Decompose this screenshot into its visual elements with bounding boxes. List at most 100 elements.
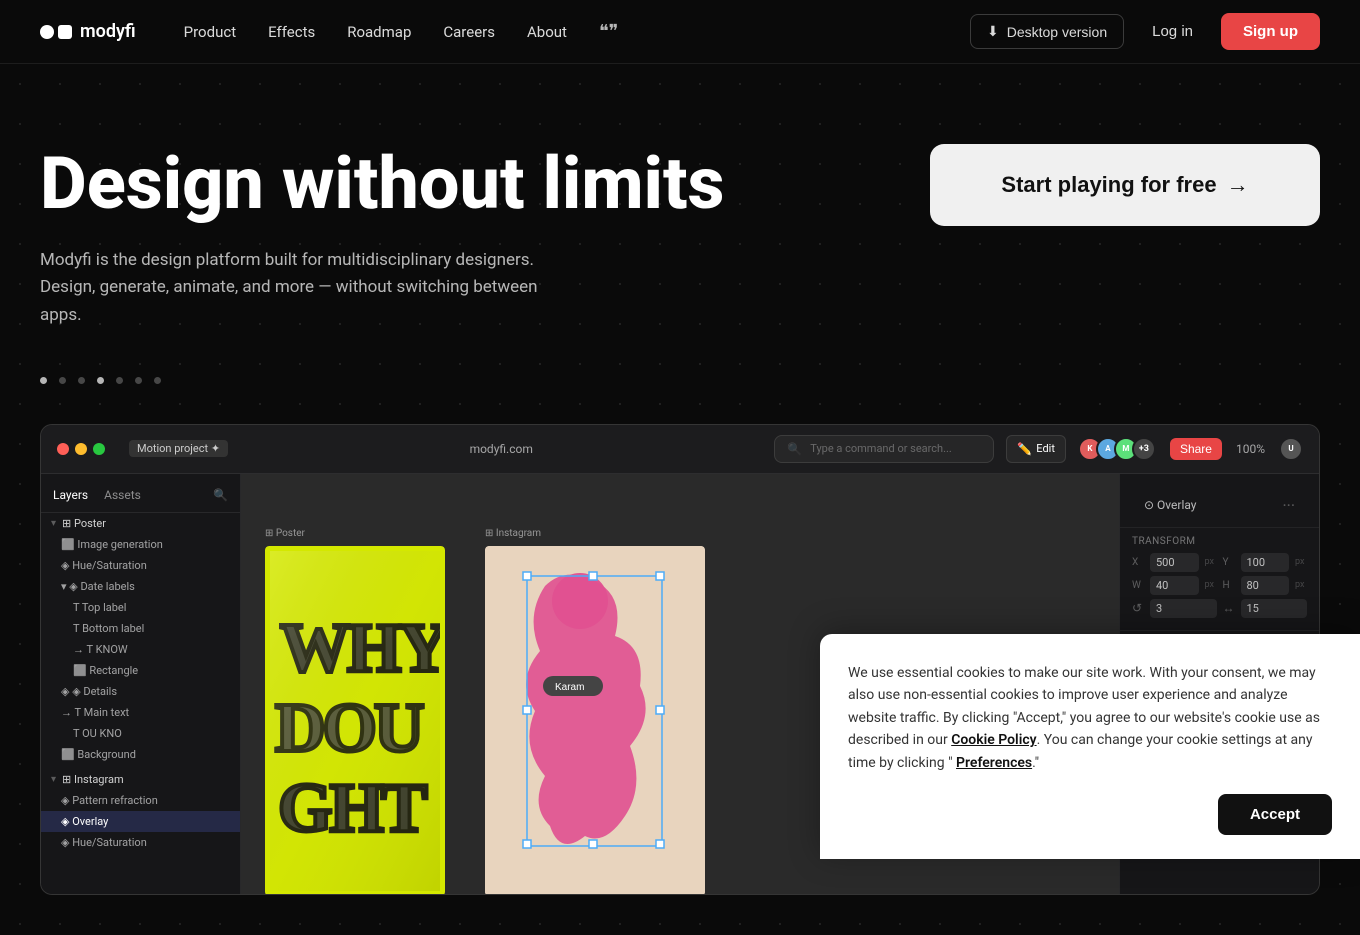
layer-label: ⊞ Instagram (62, 773, 124, 786)
logo-text: modyfi (80, 21, 136, 42)
desktop-version-button[interactable]: ⬇ Desktop version (970, 14, 1124, 49)
instagram-frame-wrapper: ⊞ Instagram (485, 546, 705, 894)
instagram-artwork: Karam (485, 546, 705, 894)
maximize-button-dot[interactable] (93, 443, 105, 455)
y-key: Y (1223, 557, 1235, 568)
hero-description: Modyfi is the design platform built for … (40, 247, 560, 329)
x-key: X (1132, 557, 1144, 568)
signup-button[interactable]: Sign up (1221, 13, 1320, 50)
transform-label: Transform (1132, 536, 1307, 547)
panel-section-title: ⊙ Overlay (1144, 498, 1197, 512)
panel-more-icon[interactable]: ··· (1282, 496, 1295, 515)
layer-label: → T Main text (61, 706, 129, 719)
pagination-dots (40, 377, 1320, 384)
poster-frame-wrapper: ⊞ Poster WHY DOU GHT (265, 546, 445, 894)
cookie-text: We use essential cookies to make our sit… (848, 662, 1332, 774)
transform-section: Transform X 500 px Y 100 px W 40 px H (1120, 528, 1319, 631)
panel-header: ⊙ Overlay ··· (1120, 482, 1319, 528)
login-button[interactable]: Log in (1140, 15, 1205, 48)
x-field[interactable]: 500 (1150, 553, 1199, 572)
edit-label: Edit (1036, 442, 1055, 455)
layer-hue-sat-2[interactable]: ◈ Hue/Saturation (41, 832, 240, 853)
layer-pattern-refraction[interactable]: ◈ Pattern refraction (41, 790, 240, 811)
logo[interactable]: modyfi (40, 21, 136, 43)
edit-mode-button[interactable]: ✏️ Edit (1006, 435, 1066, 463)
layer-image-gen[interactable]: ⬜ Image generation (41, 534, 240, 555)
layer-overlay[interactable]: ◈ Overlay (41, 811, 240, 832)
extra-users-badge: +3 (1132, 437, 1156, 461)
layer-background[interactable]: ⬜ Background (41, 744, 240, 765)
layer-label: ◈ Hue/Saturation (61, 836, 147, 849)
nav-right: ⬇ Desktop version Log in Sign up (970, 13, 1320, 50)
cookie-policy-link[interactable]: Cookie Policy (951, 732, 1036, 748)
dot-3[interactable] (78, 377, 85, 384)
px-3: px (1205, 580, 1217, 590)
layer-main-text[interactable]: → T Main text (41, 702, 240, 723)
rotation-field[interactable]: 3 (1150, 599, 1217, 618)
preferences-link[interactable]: Preferences (956, 755, 1032, 771)
sidebar-tab-bar: Layers Assets 🔍 (41, 482, 240, 513)
nav-roadmap[interactable]: Roadmap (347, 23, 411, 41)
layer-hue-sat-1[interactable]: ◈ Hue/Saturation (41, 555, 240, 576)
nav-product[interactable]: Product (184, 23, 236, 41)
layer-know[interactable]: → T KNOW (41, 639, 240, 660)
layers-tab[interactable]: Layers (53, 488, 88, 502)
share-button[interactable]: Share (1170, 438, 1222, 460)
layer-instagram[interactable]: ▾ ⊞ Instagram (41, 769, 240, 790)
px-2: px (1295, 557, 1307, 567)
layer-label: ⊞ Poster (62, 517, 106, 530)
w-key: W (1132, 580, 1144, 591)
nav-effects[interactable]: Effects (268, 23, 315, 41)
dot-4[interactable] (97, 377, 104, 384)
rotation-row: ↺ 3 ↔ 15 (1132, 599, 1307, 618)
sidebar-search-icon[interactable]: 🔍 (213, 488, 228, 502)
w-field[interactable]: 40 (1150, 576, 1199, 595)
nav-careers[interactable]: Careers (443, 23, 495, 41)
skew-icon: ↔ (1223, 601, 1235, 615)
poster-frame-label: ⊞ Poster (265, 528, 305, 539)
y-field[interactable]: 100 (1241, 553, 1290, 572)
project-name[interactable]: Motion project ✦ (129, 440, 228, 457)
assets-tab[interactable]: Assets (104, 488, 141, 502)
xy-row: X 500 px Y 100 px (1132, 553, 1307, 572)
layer-label: ⬜ Background (61, 748, 136, 761)
skew-field[interactable]: 15 (1241, 599, 1308, 618)
minimize-button-dot[interactable] (75, 443, 87, 455)
nav-about[interactable]: About (527, 23, 567, 41)
poster-artwork: WHY DOU GHT (270, 551, 440, 891)
layer-rectangle[interactable]: ⬜ Rectangle (41, 660, 240, 681)
layer-label: ▾ ◈ Date labels (61, 580, 135, 593)
layer-label: ⬜ Image generation (61, 538, 163, 551)
layer-label: ◈ Hue/Saturation (61, 559, 147, 572)
zoom-level[interactable]: 100% (1236, 442, 1265, 456)
h-key: H (1223, 580, 1235, 591)
dot-5[interactable] (116, 377, 123, 384)
layer-bottom-label[interactable]: T Bottom label (41, 618, 240, 639)
layer-label: ◈ ◈ Details (61, 685, 117, 698)
accept-cookies-button[interactable]: Accept (1218, 794, 1332, 835)
dot-2[interactable] (59, 377, 66, 384)
hero-title: Design without limits (40, 144, 740, 223)
hero-content: Design without limits Modyfi is the desi… (40, 144, 1320, 329)
dot-6[interactable] (135, 377, 142, 384)
cookie-actions: Accept (848, 794, 1332, 835)
quotes-icon[interactable]: ❝❞ (599, 21, 618, 42)
dot-7[interactable] (154, 377, 161, 384)
instagram-frame: Karam (485, 546, 705, 894)
close-button-dot[interactable] (57, 443, 69, 455)
layer-label: T Top label (73, 601, 126, 614)
navbar: modyfi Product Effects Roadmap Careers A… (0, 0, 1360, 64)
layer-details[interactable]: ◈ ◈ Details (41, 681, 240, 702)
dot-1[interactable] (40, 377, 47, 384)
layer-poster[interactable]: ▾ ⊞ Poster (41, 513, 240, 534)
layers-sidebar: Layers Assets 🔍 ▾ ⊞ Poster ⬜ Image gener… (41, 474, 241, 894)
app-topbar: Motion project ✦ modyfi.com 🔍 Type a com… (41, 425, 1319, 474)
layer-label: ⬜ Rectangle (73, 664, 138, 677)
layer-top-label[interactable]: T Top label (41, 597, 240, 618)
user-avatar[interactable]: U (1279, 437, 1303, 461)
canvas-search-bar[interactable]: 🔍 Type a command or search... (774, 435, 994, 463)
cookie-banner: We use essential cookies to make our sit… (820, 634, 1360, 859)
h-field[interactable]: 80 (1241, 576, 1290, 595)
layer-when-y[interactable]: T OU KNO (41, 723, 240, 744)
layer-date-labels[interactable]: ▾ ◈ Date labels (41, 576, 240, 597)
